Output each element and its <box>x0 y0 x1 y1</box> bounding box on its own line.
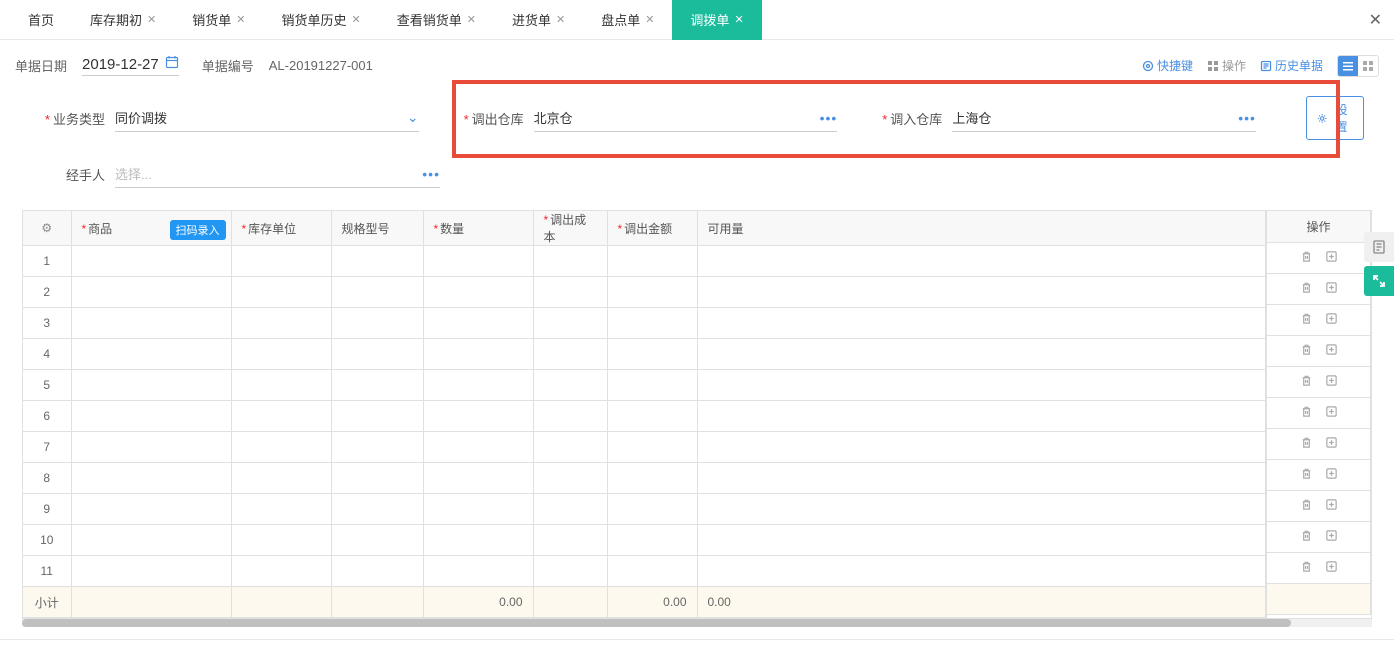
in-warehouse-label: 调入仓库 <box>867 109 952 128</box>
delete-row-icon[interactable] <box>1300 405 1313 421</box>
side-tools <box>1364 232 1394 300</box>
add-row-icon[interactable] <box>1325 343 1338 359</box>
table-row[interactable]: 3 <box>23 308 1266 339</box>
out-warehouse-select[interactable]: 北京仓 ••• <box>534 104 838 132</box>
history-link[interactable]: 历史单据 <box>1260 57 1323 74</box>
add-row-icon[interactable] <box>1325 560 1338 576</box>
view-toggle <box>1337 55 1379 77</box>
tab-sales-order[interactable]: 销货单✕ <box>174 0 263 40</box>
add-row-icon[interactable] <box>1325 405 1338 421</box>
biz-type-label: 业务类型 <box>30 109 115 128</box>
table-row[interactable]: 9 <box>23 494 1266 525</box>
shortcut-link[interactable]: 快捷键 <box>1142 57 1193 74</box>
more-icon: ••• <box>1238 110 1256 126</box>
view-list-button[interactable] <box>1338 56 1358 76</box>
expand-tool[interactable] <box>1364 266 1394 296</box>
delete-row-icon[interactable] <box>1300 436 1313 452</box>
add-row-icon[interactable] <box>1325 250 1338 266</box>
tab-transfer-order[interactable]: 调拨单✕ <box>672 0 761 40</box>
table-row[interactable]: 7 <box>23 432 1266 463</box>
close-icon[interactable]: ✕ <box>147 13 156 26</box>
table-row[interactable]: 4 <box>23 339 1266 370</box>
view-grid-button[interactable] <box>1358 56 1378 76</box>
tab-stocktake[interactable]: 盘点单✕ <box>583 0 672 40</box>
table-row[interactable]: 6 <box>23 401 1266 432</box>
actions-link[interactable]: 操作 <box>1207 57 1246 74</box>
close-all-tabs-icon[interactable]: ✕ <box>1369 10 1382 30</box>
form-row-2: 经手人 选择... ••• <box>0 150 1394 198</box>
add-row-icon[interactable] <box>1325 436 1338 452</box>
close-icon[interactable]: ✕ <box>734 13 743 26</box>
table-header-row: ⚙ 商品扫码录入 库存单位 规格型号 数量 调出成本 调出金额 可用量 <box>23 211 1266 246</box>
date-input[interactable]: 2019-12-27 <box>82 55 179 76</box>
add-row-icon[interactable] <box>1325 467 1338 483</box>
handler-select[interactable]: 选择... ••• <box>115 160 440 188</box>
biz-type-select[interactable]: 同价调拨 ⌄ <box>115 104 419 132</box>
settings-button[interactable]: 设置 <box>1306 96 1364 140</box>
ops-header: 操作 <box>1267 211 1371 242</box>
table-row[interactable]: 10 <box>23 525 1266 556</box>
table-row[interactable]: 2 <box>23 277 1266 308</box>
subtotal-row: 小计 0.00 0.00 0.00 <box>23 587 1266 618</box>
chevron-down-icon: ⌄ <box>407 109 419 126</box>
gear-icon[interactable]: ⚙ <box>41 221 52 235</box>
add-row-icon[interactable] <box>1325 529 1338 545</box>
table-row[interactable]: 8 <box>23 463 1266 494</box>
delete-row-icon[interactable] <box>1300 374 1313 390</box>
number-label: 单据编号 <box>202 56 254 75</box>
close-icon[interactable]: ✕ <box>236 13 245 26</box>
tab-inventory-initial[interactable]: 库存期初✕ <box>72 0 174 40</box>
date-label: 单据日期 <box>15 56 67 75</box>
form-row-1: 业务类型 同价调拨 ⌄ 调出仓库 北京仓 ••• 调入仓库 上海仓 ••• 设置 <box>0 86 1394 150</box>
delete-row-icon[interactable] <box>1300 250 1313 266</box>
add-row-icon[interactable] <box>1325 374 1338 390</box>
add-row-icon[interactable] <box>1325 312 1338 328</box>
items-table: ⚙ 商品扫码录入 库存单位 规格型号 数量 调出成本 调出金额 可用量 1234… <box>22 210 1372 619</box>
more-icon: ••• <box>820 110 838 126</box>
table-row[interactable]: 5 <box>23 370 1266 401</box>
calendar-icon <box>165 55 179 73</box>
close-icon[interactable]: ✕ <box>556 13 565 26</box>
add-row-icon[interactable] <box>1325 498 1338 514</box>
delete-row-icon[interactable] <box>1300 312 1313 328</box>
add-row-icon[interactable] <box>1325 281 1338 297</box>
close-icon[interactable]: ✕ <box>467 13 476 26</box>
delete-row-icon[interactable] <box>1300 343 1313 359</box>
table-row[interactable]: 11 <box>23 556 1266 587</box>
out-warehouse-label: 调出仓库 <box>449 109 534 128</box>
tab-home[interactable]: 首页 <box>10 0 72 40</box>
close-icon[interactable]: ✕ <box>352 13 361 26</box>
tab-purchase-order[interactable]: 进货单✕ <box>494 0 583 40</box>
delete-row-icon[interactable] <box>1300 560 1313 576</box>
handler-label: 经手人 <box>30 165 115 184</box>
more-icon: ••• <box>422 166 440 182</box>
delete-row-icon[interactable] <box>1300 467 1313 483</box>
form-header: 单据日期 2019-12-27 单据编号 AL-20191227-001 快捷键… <box>0 40 1394 86</box>
in-warehouse-select[interactable]: 上海仓 ••• <box>952 104 1256 132</box>
scan-badge[interactable]: 扫码录入 <box>170 220 226 240</box>
notes-tool[interactable] <box>1364 232 1394 262</box>
delete-row-icon[interactable] <box>1300 281 1313 297</box>
close-icon[interactable]: ✕ <box>645 13 654 26</box>
tabs-bar: 首页 库存期初✕ 销货单✕ 销货单历史✕ 查看销货单✕ 进货单✕ 盘点单✕ 调拨… <box>0 0 1394 40</box>
delete-row-icon[interactable] <box>1300 498 1313 514</box>
table-row[interactable]: 1 <box>23 246 1266 277</box>
tab-sales-history[interactable]: 销货单历史✕ <box>263 0 378 40</box>
number-value: AL-20191227-001 <box>269 58 373 73</box>
tab-view-sales[interactable]: 查看销货单✕ <box>379 0 494 40</box>
delete-row-icon[interactable] <box>1300 529 1313 545</box>
horizontal-scrollbar[interactable] <box>22 619 1372 627</box>
